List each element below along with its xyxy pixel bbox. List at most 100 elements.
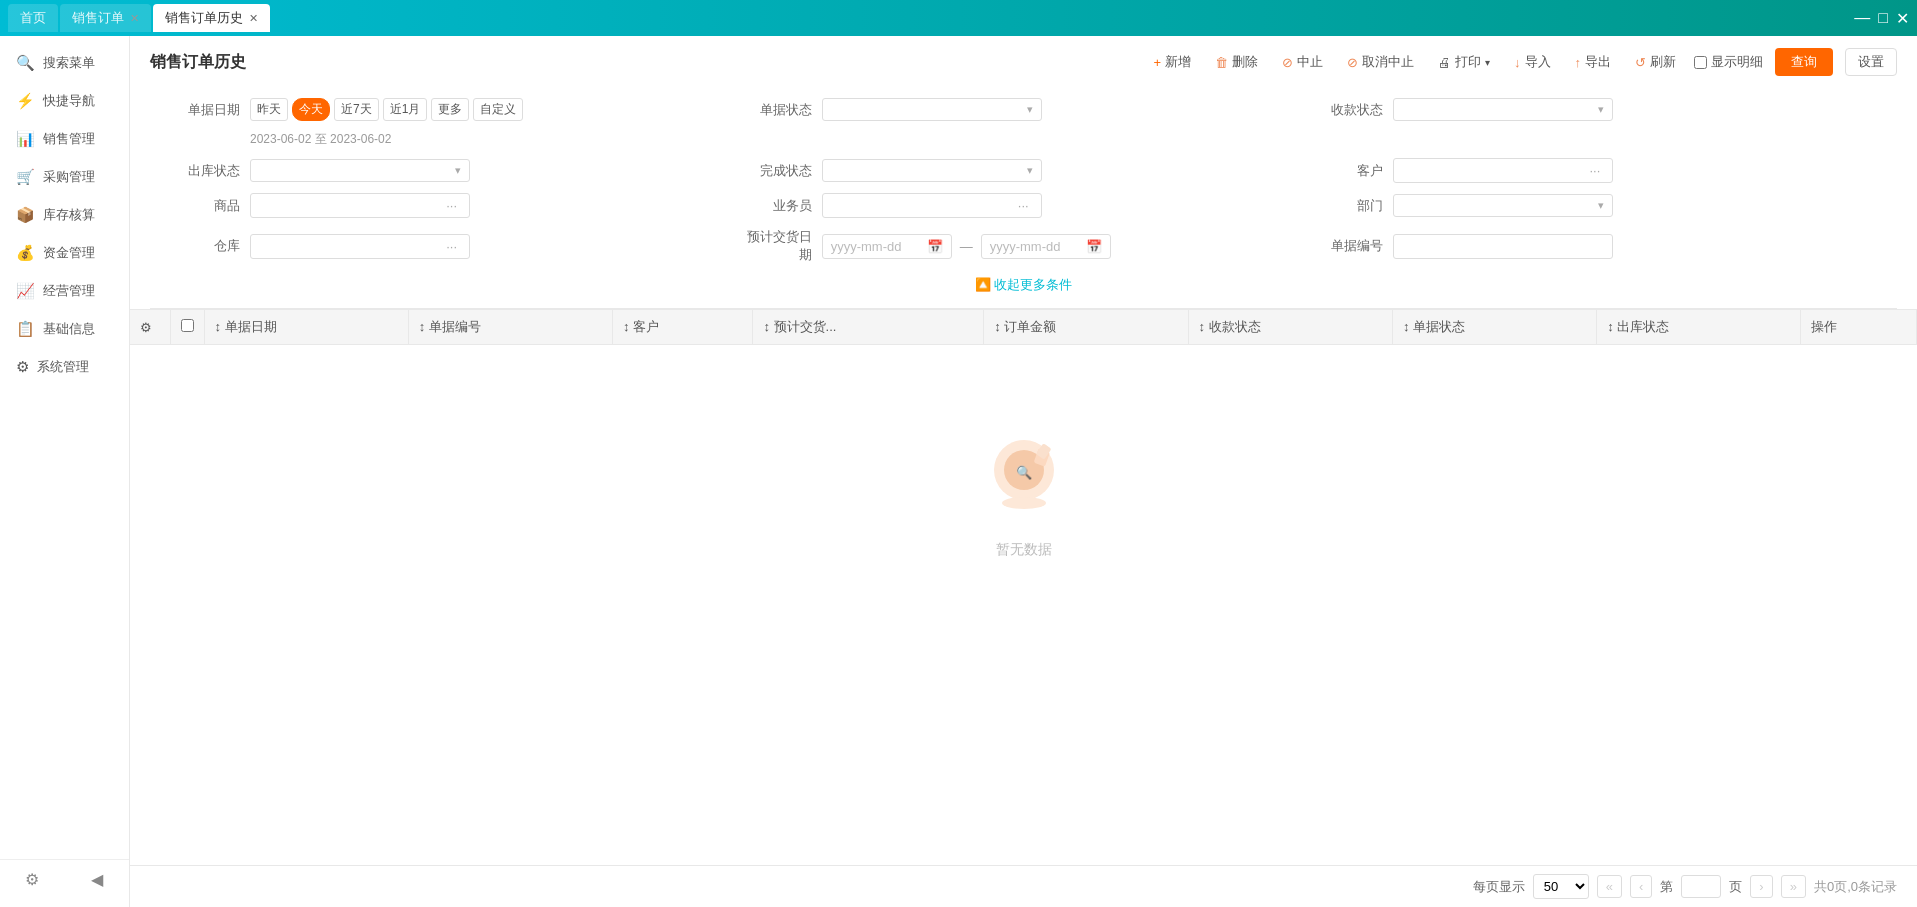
- filter-department-cell: 部门 ▾: [1313, 193, 1877, 218]
- delete-label: 删除: [1232, 53, 1258, 71]
- gear-icon[interactable]: ⚙: [140, 320, 152, 335]
- prev-page-button[interactable]: ‹: [1630, 875, 1652, 898]
- new-icon: +: [1153, 55, 1161, 70]
- base-info-icon: 📋: [16, 320, 35, 338]
- filter-row-1: 单据日期 昨天 今天 近7天 近1月 更多 自定义: [170, 98, 1877, 121]
- filter-department-select[interactable]: ▾: [1393, 194, 1613, 217]
- filter-payment-status-cell: 收款状态 ▾: [1313, 98, 1877, 121]
- sidebar-item-system[interactable]: ⚙ 系统管理: [0, 348, 129, 386]
- filter-warehouse-input[interactable]: ···: [250, 234, 470, 259]
- filter-complete-status-cell: 完成状态 ▾: [742, 158, 1306, 183]
- new-button[interactable]: + 新增: [1147, 49, 1197, 75]
- next-page-button[interactable]: ›: [1750, 875, 1772, 898]
- import-button[interactable]: ↓ 导入: [1508, 49, 1557, 75]
- filter-salesperson-input[interactable]: ···: [822, 193, 1042, 218]
- delete-button[interactable]: 🗑 删除: [1209, 49, 1264, 75]
- refresh-button[interactable]: ↺ 刷新: [1629, 49, 1682, 75]
- maximize-button[interactable]: □: [1878, 9, 1888, 27]
- filter-bill-no-input[interactable]: [1393, 234, 1613, 259]
- date-btn-yesterday[interactable]: 昨天: [250, 98, 288, 121]
- quicknav-icon: ⚡: [16, 92, 35, 110]
- print-button[interactable]: 🖨 打印 ▾: [1432, 49, 1496, 75]
- close-button[interactable]: ✕: [1896, 9, 1909, 28]
- date-btn-7days[interactable]: 近7天: [334, 98, 379, 121]
- filter-customer-input[interactable]: ···: [1393, 158, 1613, 183]
- last-page-button[interactable]: »: [1781, 875, 1806, 898]
- print-arrow-icon: ▾: [1485, 57, 1490, 68]
- page-number-input[interactable]: 1: [1681, 875, 1721, 898]
- sidebar-settings-btn[interactable]: ⚙: [0, 860, 65, 899]
- sidebar-item-quicknav[interactable]: ⚡ 快捷导航: [0, 82, 129, 120]
- query-button[interactable]: 查询: [1775, 48, 1833, 76]
- sidebar-item-finance[interactable]: 💰 资金管理: [0, 234, 129, 272]
- tab-sales-order-history-close[interactable]: ✕: [249, 12, 258, 25]
- date-btn-1month[interactable]: 近1月: [383, 98, 428, 121]
- sidebar-item-search[interactable]: 🔍 搜索菜单: [0, 44, 129, 82]
- tab-sales-order-history[interactable]: 销售订单历史 ✕: [153, 4, 270, 32]
- filter-goods-label: 商品: [170, 197, 250, 215]
- sidebar-item-operations[interactable]: 📈 经营管理: [0, 272, 129, 310]
- settings-button[interactable]: 设置: [1845, 48, 1897, 76]
- th-actions: 操作: [1801, 310, 1917, 345]
- sidebar-item-sales[interactable]: 📊 销售管理: [0, 120, 129, 158]
- th-amount: ↕ 订单金额: [984, 310, 1188, 345]
- tab-sales-order-close[interactable]: ✕: [130, 12, 139, 25]
- salesperson-dots-icon[interactable]: ···: [1014, 198, 1033, 213]
- show-detail-checkbox[interactable]: [1694, 56, 1707, 69]
- top-bar: 首页 销售订单 ✕ 销售订单历史 ✕ — □ ✕: [0, 0, 1917, 36]
- goods-dots-icon[interactable]: ···: [442, 198, 461, 213]
- filter-row-3: 商品 ··· 业务员 ··· 部门: [170, 193, 1877, 218]
- date-btn-today[interactable]: 今天: [292, 98, 330, 121]
- th-bill-status: ↕ 单据状态: [1392, 310, 1596, 345]
- filter-out-status-select[interactable]: ▾: [250, 159, 470, 182]
- customer-dots-icon[interactable]: ···: [1585, 163, 1604, 178]
- th-payment-label: ↕ 收款状态: [1199, 319, 1261, 334]
- cancel-stop-icon: ⊘: [1347, 55, 1358, 70]
- per-page-select[interactable]: 20 50 100: [1533, 874, 1589, 899]
- print-icon: 🖨: [1438, 55, 1451, 70]
- first-page-button[interactable]: «: [1597, 875, 1622, 898]
- cancel-stop-button[interactable]: ⊘ 取消中止: [1341, 49, 1420, 75]
- tab-sales-order-history-label: 销售订单历史: [165, 9, 243, 27]
- date-quick-buttons: 昨天 今天 近7天 近1月 更多 自定义: [250, 98, 523, 121]
- page-title-row: 销售订单历史 + 新增 🗑 删除 ⊘ 中止 ⊘: [150, 48, 1897, 76]
- export-button[interactable]: ↑ 导出: [1569, 49, 1618, 75]
- th-bill-status-label: ↕ 单据状态: [1403, 319, 1465, 334]
- collapse-filter-row[interactable]: 🔼 收起更多条件: [170, 272, 1877, 298]
- export-icon: ↑: [1575, 55, 1582, 70]
- sidebar-item-purchase[interactable]: 🛒 采购管理: [0, 158, 129, 196]
- tab-bar: 首页 销售订单 ✕ 销售订单历史 ✕: [8, 4, 1854, 32]
- filter-payment-status-select[interactable]: ▾: [1393, 98, 1613, 121]
- filter-complete-status-label: 完成状态: [742, 162, 822, 180]
- content-area: 销售订单历史 + 新增 🗑 删除 ⊘ 中止 ⊘: [130, 36, 1917, 907]
- import-icon: ↓: [1514, 55, 1521, 70]
- filter-bill-status-select[interactable]: ▾: [822, 98, 1042, 121]
- th-customer-label: ↕ 客户: [623, 319, 659, 334]
- date-btn-more[interactable]: 更多: [431, 98, 469, 121]
- filter-date-range-cell: 2023-06-02 至 2023-06-02: [170, 131, 734, 148]
- sidebar-item-search-label: 搜索菜单: [43, 54, 95, 72]
- main-layout: 🔍 搜索菜单 ⚡ 快捷导航 📊 销售管理 🛒 采购管理 📦 库存核算 💰 资金管…: [0, 36, 1917, 907]
- stop-button[interactable]: ⊘ 中止: [1276, 49, 1329, 75]
- warehouse-dots-icon[interactable]: ···: [442, 239, 461, 254]
- export-label: 导出: [1585, 53, 1611, 71]
- delivery-date-end-text: yyyy-mm-dd: [990, 239, 1061, 254]
- th-out-status-label: ↕ 出库状态: [1607, 319, 1669, 334]
- minimize-button[interactable]: —: [1854, 9, 1870, 27]
- sidebar-item-base-info[interactable]: 📋 基础信息: [0, 310, 129, 348]
- sidebar-item-inventory[interactable]: 📦 库存核算: [0, 196, 129, 234]
- sidebar-collapse-btn[interactable]: ◀: [65, 860, 130, 899]
- tab-sales-order[interactable]: 销售订单 ✕: [60, 4, 151, 32]
- filter-goods-input[interactable]: ···: [250, 193, 470, 218]
- purchase-icon: 🛒: [16, 168, 35, 186]
- filter-delivery-date-label: 预计交货日期: [742, 228, 822, 264]
- delivery-date-end-input[interactable]: yyyy-mm-dd 📅: [981, 234, 1111, 259]
- select-all-checkbox[interactable]: [181, 319, 194, 332]
- filter-warehouse-label: 仓库: [170, 237, 250, 255]
- page-unit: 页: [1729, 878, 1742, 896]
- date-btn-custom[interactable]: 自定义: [473, 98, 523, 121]
- sidebar-item-base-info-label: 基础信息: [43, 320, 95, 338]
- tab-home[interactable]: 首页: [8, 4, 58, 32]
- filter-complete-status-select[interactable]: ▾: [822, 159, 1042, 182]
- delivery-date-start-input[interactable]: yyyy-mm-dd 📅: [822, 234, 952, 259]
